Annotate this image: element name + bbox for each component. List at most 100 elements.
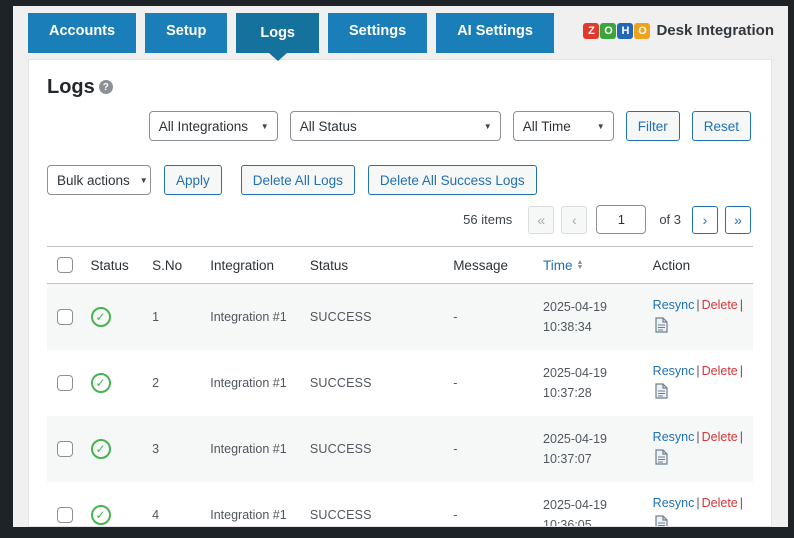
filter-button[interactable]: Filter [626,111,680,141]
row-status-text: SUCCESS [302,350,445,416]
resync-link[interactable]: Resync [653,298,695,312]
status-select-value: All Status [300,119,357,134]
chevron-down-icon: ▼ [597,122,605,131]
time-select[interactable]: All Time ▼ [513,111,614,141]
tab-accounts[interactable]: Accounts [28,13,136,53]
apply-button[interactable]: Apply [164,165,222,195]
log-row: ✓ 2 Integration #1 SUCCESS - 2025-04-19 … [47,350,753,416]
row-time: 2025-04-19 10:37:07 [535,416,645,482]
integrations-select-value: All Integrations [159,119,248,134]
delete-link[interactable]: Delete [702,298,738,312]
row-time: 2025-04-19 10:36:05 [535,482,645,527]
zoho-letter-o2: O [634,23,650,39]
delete-link[interactable]: Delete [702,364,738,378]
zoho-letter-h: H [617,23,633,39]
zoho-letter-o1: O [600,23,616,39]
page-head: Logs ? [47,76,753,99]
chevron-down-icon: ▼ [484,122,492,131]
sort-arrows-icon: ▲ ▼ [577,260,584,270]
table-header-row: Status S.No Integration Status Message T… [47,247,753,284]
row-checkbox[interactable] [57,441,73,457]
row-status-text: SUCCESS [302,284,445,351]
row-time: 2025-04-19 10:38:34 [535,284,645,351]
row-time: 2025-04-19 10:37:28 [535,350,645,416]
status-select[interactable]: All Status ▼ [290,111,501,141]
row-actions: Resync|Delete| [645,284,753,351]
delete-link[interactable]: Delete [702,430,738,444]
row-checkbox[interactable] [57,375,73,391]
first-page-button[interactable]: « [528,206,554,234]
row-sno: 4 [144,482,202,527]
view-log-document-icon[interactable] [655,449,668,465]
integrations-select[interactable]: All Integrations ▼ [149,111,278,141]
resync-link[interactable]: Resync [653,364,695,378]
delete-all-success-logs-button[interactable]: Delete All Success Logs [368,165,537,195]
row-sno: 1 [144,284,202,351]
select-all-checkbox[interactable] [57,257,73,273]
row-integration: Integration #1 [202,350,302,416]
admin-screen: Accounts Setup Logs Settings AI Settings… [13,6,788,527]
success-status-icon: ✓ [91,373,111,393]
header-status-icon: Status [83,247,145,284]
row-sno: 3 [144,416,202,482]
time-select-value: All Time [523,119,571,134]
log-row: ✓ 4 Integration #1 SUCCESS - 2025-04-19 … [47,482,753,527]
resync-link[interactable]: Resync [653,430,695,444]
zoho-letter-z: Z [583,23,599,39]
header-integration: Integration [202,247,302,284]
current-page-input[interactable] [596,205,646,234]
row-message: - [445,416,535,482]
pagination: 56 items « ‹ of 3 › » [47,205,753,234]
row-actions: Resync|Delete| [645,482,753,527]
prev-page-button[interactable]: ‹ [561,206,587,234]
last-page-button[interactable]: » [725,206,751,234]
tab-logs[interactable]: Logs [236,13,319,53]
brand-title: Desk Integration [656,22,774,39]
bulk-actions-select[interactable]: Bulk actions ▼ [47,165,151,195]
reset-button[interactable]: Reset [692,111,751,141]
tab-settings[interactable]: Settings [328,13,427,53]
bulk-actions-select-value: Bulk actions [57,173,130,188]
delete-link[interactable]: Delete [702,496,738,510]
header-time-sort[interactable]: Time ▲ ▼ [543,258,583,273]
help-icon[interactable]: ? [99,80,113,94]
row-checkbox[interactable] [57,507,73,523]
header-message: Message [445,247,535,284]
row-checkbox[interactable] [57,309,73,325]
logs-panel: Logs ? All Integrations ▼ All Status ▼ A… [28,59,772,527]
page-title: Logs [47,76,95,99]
resync-link[interactable]: Resync [653,496,695,510]
view-log-document-icon[interactable] [655,317,668,333]
header-sno: S.No [144,247,202,284]
row-sno: 2 [144,350,202,416]
row-message: - [445,350,535,416]
brand: Z O H O Desk Integration [583,22,774,39]
chevron-down-icon: ▼ [140,176,148,185]
header-action: Action [645,247,753,284]
logs-table-body: ✓ 1 Integration #1 SUCCESS - 2025-04-19 … [47,284,753,527]
view-log-document-icon[interactable] [655,515,668,527]
header-time-label: Time [543,258,573,273]
row-actions: Resync|Delete| [645,416,753,482]
success-status-icon: ✓ [91,505,111,525]
chevron-down-icon: ▼ [261,122,269,131]
logs-table: Status S.No Integration Status Message T… [47,246,753,527]
filter-row: All Integrations ▼ All Status ▼ All Time… [47,111,753,141]
row-message: - [445,284,535,351]
zoho-logo-icon: Z O H O [583,23,650,39]
row-integration: Integration #1 [202,284,302,351]
log-row: ✓ 3 Integration #1 SUCCESS - 2025-04-19 … [47,416,753,482]
header-status: Status [302,247,445,284]
row-status-text: SUCCESS [302,482,445,527]
tab-setup[interactable]: Setup [145,13,227,53]
items-count: 56 items [463,212,512,227]
success-status-icon: ✓ [91,307,111,327]
tab-ai-settings[interactable]: AI Settings [436,13,554,53]
next-page-button[interactable]: › [692,206,718,234]
view-log-document-icon[interactable] [655,383,668,399]
delete-all-logs-button[interactable]: Delete All Logs [241,165,355,195]
total-pages-label: of 3 [659,212,681,227]
row-integration: Integration #1 [202,482,302,527]
row-actions: Resync|Delete| [645,350,753,416]
success-status-icon: ✓ [91,439,111,459]
